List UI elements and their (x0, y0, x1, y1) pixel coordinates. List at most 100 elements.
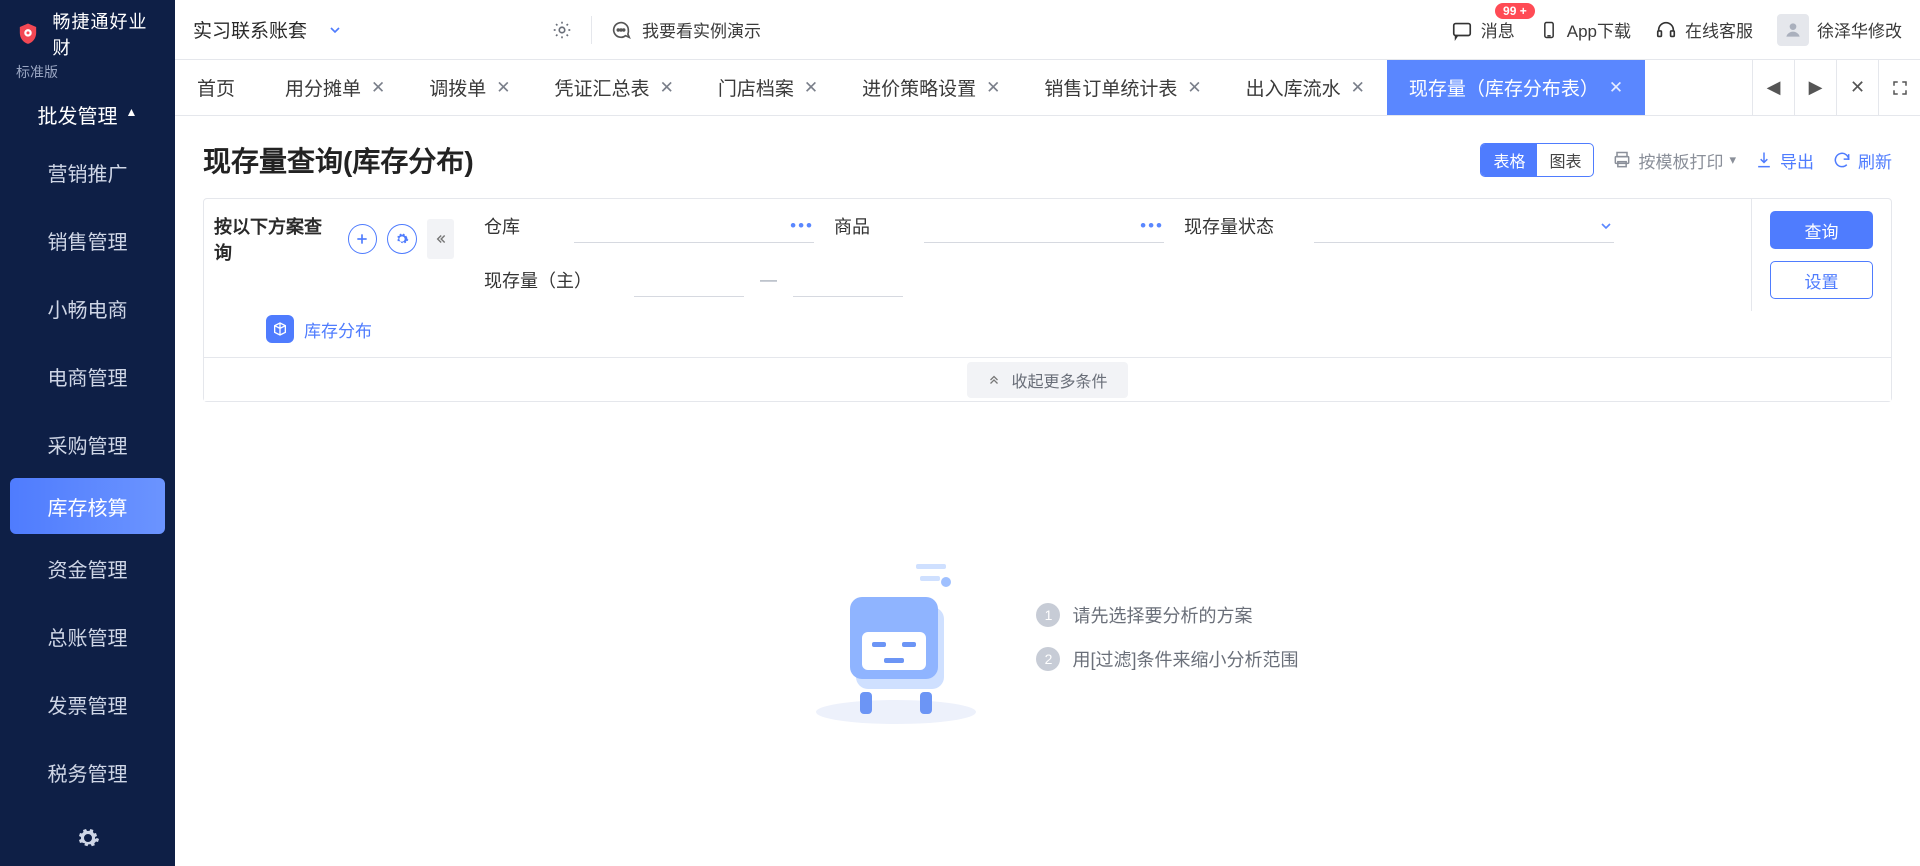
empty-illustration-icon (796, 542, 996, 732)
print-label: 按模板打印 (1638, 148, 1723, 173)
close-icon[interactable]: ✕ (1609, 78, 1623, 98)
sidebar-item-5[interactable]: 库存核算 (10, 478, 165, 534)
tab-label: 出入库流水 (1246, 74, 1341, 101)
sidebar-item-4[interactable]: 采购管理 (0, 410, 175, 478)
tab-5[interactable]: 进价策略设置 ✕ (840, 60, 1022, 115)
filter-product[interactable]: 商品 ••• (834, 209, 1164, 243)
account-name: 实习联系账套 (193, 16, 307, 43)
filter-qty-from[interactable] (634, 263, 744, 297)
close-icon[interactable]: ✕ (1187, 78, 1201, 98)
tab-label: 现存量（库存分布表） (1409, 74, 1599, 101)
plan-label: 库存分布 (304, 317, 372, 342)
sidebar-item-0[interactable]: 营销推广 (0, 138, 175, 206)
sidebar-item-9[interactable]: 税务管理 (0, 738, 175, 806)
headset-icon (1655, 19, 1677, 41)
sidebar-item-3[interactable]: 电商管理 (0, 342, 175, 410)
header-messages-label: 消息 (1481, 17, 1515, 42)
header-messages[interactable]: 消息 99 + (1451, 17, 1515, 42)
chevron-up-icon (987, 373, 1001, 387)
collapse-plans-button[interactable] (427, 219, 454, 259)
message-icon (1451, 19, 1473, 41)
view-toggle-table[interactable]: 表格 (1481, 144, 1537, 176)
print-button[interactable]: 按模板打印 ▾ (1612, 148, 1736, 173)
brand-logo-icon (14, 19, 43, 49)
tab-label: 销售订单统计表 (1044, 74, 1177, 101)
tab-0[interactable]: 首页 (175, 60, 263, 115)
tab-6[interactable]: 销售订单统计表 ✕ (1022, 60, 1223, 115)
tab-label: 调拨单 (429, 74, 486, 101)
export-button[interactable]: 导出 (1754, 148, 1814, 173)
main: 实习联系账套 我要看实例演示 消息 (175, 0, 1920, 866)
filter-qty[interactable]: 现存量（主） — (484, 263, 903, 297)
tabs-prev[interactable]: ◀ (1752, 60, 1794, 115)
print-icon (1612, 150, 1632, 170)
tab-label: 用分摊单 (285, 74, 361, 101)
avatar-icon (1777, 14, 1809, 46)
sidebar-item-8[interactable]: 发票管理 (0, 670, 175, 738)
add-plan-button[interactable] (348, 224, 377, 254)
query-button[interactable]: 查询 (1770, 211, 1873, 249)
sidebar-settings[interactable] (0, 810, 175, 866)
sidebar-item-2[interactable]: 小畅电商 (0, 274, 175, 342)
header-app-download[interactable]: App下载 (1539, 17, 1631, 42)
export-label: 导出 (1780, 148, 1814, 173)
page-title: 现存量查询(库存分布) (203, 140, 474, 180)
account-selector[interactable]: 实习联系账套 (193, 16, 533, 43)
filter-panel: 按以下方案查询 仓库 (203, 198, 1892, 402)
close-icon[interactable]: ✕ (371, 78, 385, 98)
close-icon[interactable]: ✕ (804, 78, 818, 98)
tabs-fullscreen[interactable] (1878, 60, 1920, 115)
tabs-next[interactable]: ▶ (1794, 60, 1836, 115)
refresh-button[interactable]: 刷新 (1832, 148, 1892, 173)
header-user[interactable]: 徐泽华修改 (1777, 14, 1902, 46)
tab-label: 门店档案 (718, 74, 794, 101)
sidebar-category-label: 批发管理 (38, 100, 118, 129)
filter-qty-label: 现存量（主） (484, 267, 614, 293)
page-content: 现存量查询(库存分布) 表格 图表 按模板打印 ▾ (175, 116, 1920, 866)
plan-item[interactable]: 库存分布 (204, 307, 1891, 357)
header-support-label: 在线客服 (1685, 17, 1753, 42)
empty-step-1: 1 请先选择要分析的方案 (1036, 602, 1298, 628)
gear-icon (76, 826, 100, 850)
export-icon (1754, 150, 1774, 170)
header-user-name: 徐泽华修改 (1817, 17, 1902, 42)
toggle-more-filters[interactable]: 收起更多条件 (967, 362, 1127, 398)
filter-warehouse-label: 仓库 (484, 213, 554, 239)
account-settings-icon[interactable] (551, 19, 573, 41)
tab-8[interactable]: 现存量（库存分布表） ✕ (1387, 60, 1645, 115)
more-icon: ••• (1140, 216, 1164, 236)
tab-label: 首页 (197, 74, 235, 101)
filter-status-label: 现存量状态 (1184, 213, 1294, 239)
demo-link[interactable]: 我要看实例演示 (610, 17, 761, 42)
close-icon[interactable]: ✕ (660, 78, 674, 98)
view-toggle: 表格 图表 (1480, 143, 1594, 177)
filter-qty-to[interactable] (793, 263, 903, 297)
tab-4[interactable]: 门店档案 ✕ (696, 60, 840, 115)
tab-bar: 首页用分摊单✕调拨单✕凭证汇总表✕门店档案✕进价策略设置✕销售订单统计表✕出入库… (175, 60, 1920, 116)
tab-2[interactable]: 调拨单 ✕ (407, 60, 532, 115)
tab-3[interactable]: 凭证汇总表✕ (533, 60, 696, 115)
sidebar-category[interactable]: 批发管理 ▲ (0, 90, 175, 138)
tab-7[interactable]: 出入库流水 ✕ (1224, 60, 1387, 115)
sidebar-item-7[interactable]: 总账管理 (0, 602, 175, 670)
header-support[interactable]: 在线客服 (1655, 17, 1753, 42)
view-toggle-chart[interactable]: 图表 (1537, 144, 1593, 176)
sidebar-item-6[interactable]: 资金管理 (0, 534, 175, 602)
close-icon[interactable]: ✕ (1351, 78, 1365, 98)
empty-step-2-text: 用[过滤]条件来缩小分析范围 (1072, 646, 1298, 672)
filter-status[interactable]: 现存量状态 (1184, 209, 1614, 243)
phone-icon (1539, 19, 1559, 41)
plan-settings-button[interactable] (387, 224, 416, 254)
divider (591, 16, 592, 44)
close-icon[interactable]: ✕ (496, 78, 510, 98)
tab-1[interactable]: 用分摊单 ✕ (263, 60, 407, 115)
sidebar-item-1[interactable]: 销售管理 (0, 206, 175, 274)
close-icon[interactable]: ✕ (986, 78, 1000, 98)
cube-icon (266, 315, 294, 343)
settings-button[interactable]: 设置 (1770, 261, 1873, 299)
toggle-more-label: 收起更多条件 (1011, 368, 1107, 392)
tabs-close-all[interactable]: ✕ (1836, 60, 1878, 115)
tab-label: 进价策略设置 (862, 74, 976, 101)
empty-step-2: 2 用[过滤]条件来缩小分析范围 (1036, 646, 1298, 672)
filter-warehouse[interactable]: 仓库 ••• (484, 209, 814, 243)
